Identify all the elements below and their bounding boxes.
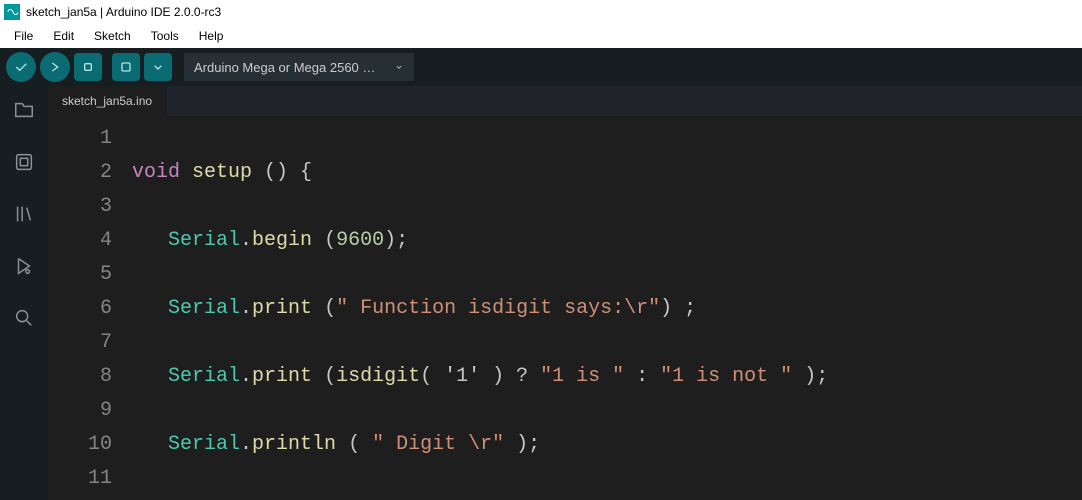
line-number: 7 xyxy=(54,326,112,360)
code-line: void setup () { xyxy=(132,156,1082,190)
upload-button[interactable] xyxy=(40,52,70,82)
dropdown-button[interactable] xyxy=(144,53,172,81)
verify-button[interactable] xyxy=(6,52,36,82)
explorer-icon[interactable] xyxy=(8,94,40,126)
window-title: sketch_jan5a | Arduino IDE 2.0.0-rc3 xyxy=(26,5,221,19)
code-line: Serial.println ( " Digit \r" ); xyxy=(132,428,1082,462)
search-icon[interactable] xyxy=(8,302,40,334)
line-number: 4 xyxy=(54,224,112,258)
menu-edit[interactable]: Edit xyxy=(43,25,84,47)
editor-area: sketch_jan5a.ino 1 2 3 4 5 6 7 8 9 10 11… xyxy=(48,86,1082,500)
activity-bar xyxy=(0,86,48,500)
line-number: 2 xyxy=(54,156,112,190)
line-number: 8 xyxy=(54,360,112,394)
debug-button[interactable] xyxy=(74,53,102,81)
app-icon xyxy=(4,4,20,20)
boards-manager-icon[interactable] xyxy=(8,146,40,178)
board-selector-label: Arduino Mega or Mega 2560 … xyxy=(194,60,375,75)
line-number: 9 xyxy=(54,394,112,428)
toolbar: Arduino Mega or Mega 2560 … xyxy=(0,48,1082,86)
menubar: File Edit Sketch Tools Help xyxy=(0,24,1082,48)
line-number: 10 xyxy=(54,428,112,462)
more-button[interactable] xyxy=(112,53,140,81)
menu-tools[interactable]: Tools xyxy=(141,25,189,47)
code-line: Serial.begin (9600); xyxy=(132,224,1082,258)
code-line: Serial.print ("Function isdigit says :\r… xyxy=(132,496,1082,500)
chevron-down-icon xyxy=(394,60,404,75)
tab-sketch[interactable]: sketch_jan5a.ino xyxy=(48,86,167,116)
code-line: Serial.print (isdigit( '1' ) ? "1 is " :… xyxy=(132,360,1082,394)
line-number: 3 xyxy=(54,190,112,224)
code-content[interactable]: void setup () { Serial.begin (9600); Ser… xyxy=(132,116,1082,500)
menu-sketch[interactable]: Sketch xyxy=(84,25,141,47)
line-number: 1 xyxy=(54,122,112,156)
tabbar: sketch_jan5a.ino xyxy=(48,86,1082,116)
debug-icon[interactable] xyxy=(8,250,40,282)
titlebar: sketch_jan5a | Arduino IDE 2.0.0-rc3 xyxy=(0,0,1082,24)
tab-label: sketch_jan5a.ino xyxy=(62,94,152,108)
menu-file[interactable]: File xyxy=(4,25,43,47)
line-number: 11 xyxy=(54,462,112,496)
gutter: 1 2 3 4 5 6 7 8 9 10 11 xyxy=(48,116,132,500)
code-line: Serial.print (" Function isdigit says:\r… xyxy=(132,292,1082,326)
board-selector[interactable]: Arduino Mega or Mega 2560 … xyxy=(184,53,414,81)
line-number: 6 xyxy=(54,292,112,326)
line-number: 5 xyxy=(54,258,112,292)
menu-help[interactable]: Help xyxy=(189,25,234,47)
code-editor[interactable]: 1 2 3 4 5 6 7 8 9 10 11 void setup () { … xyxy=(48,116,1082,500)
library-manager-icon[interactable] xyxy=(8,198,40,230)
